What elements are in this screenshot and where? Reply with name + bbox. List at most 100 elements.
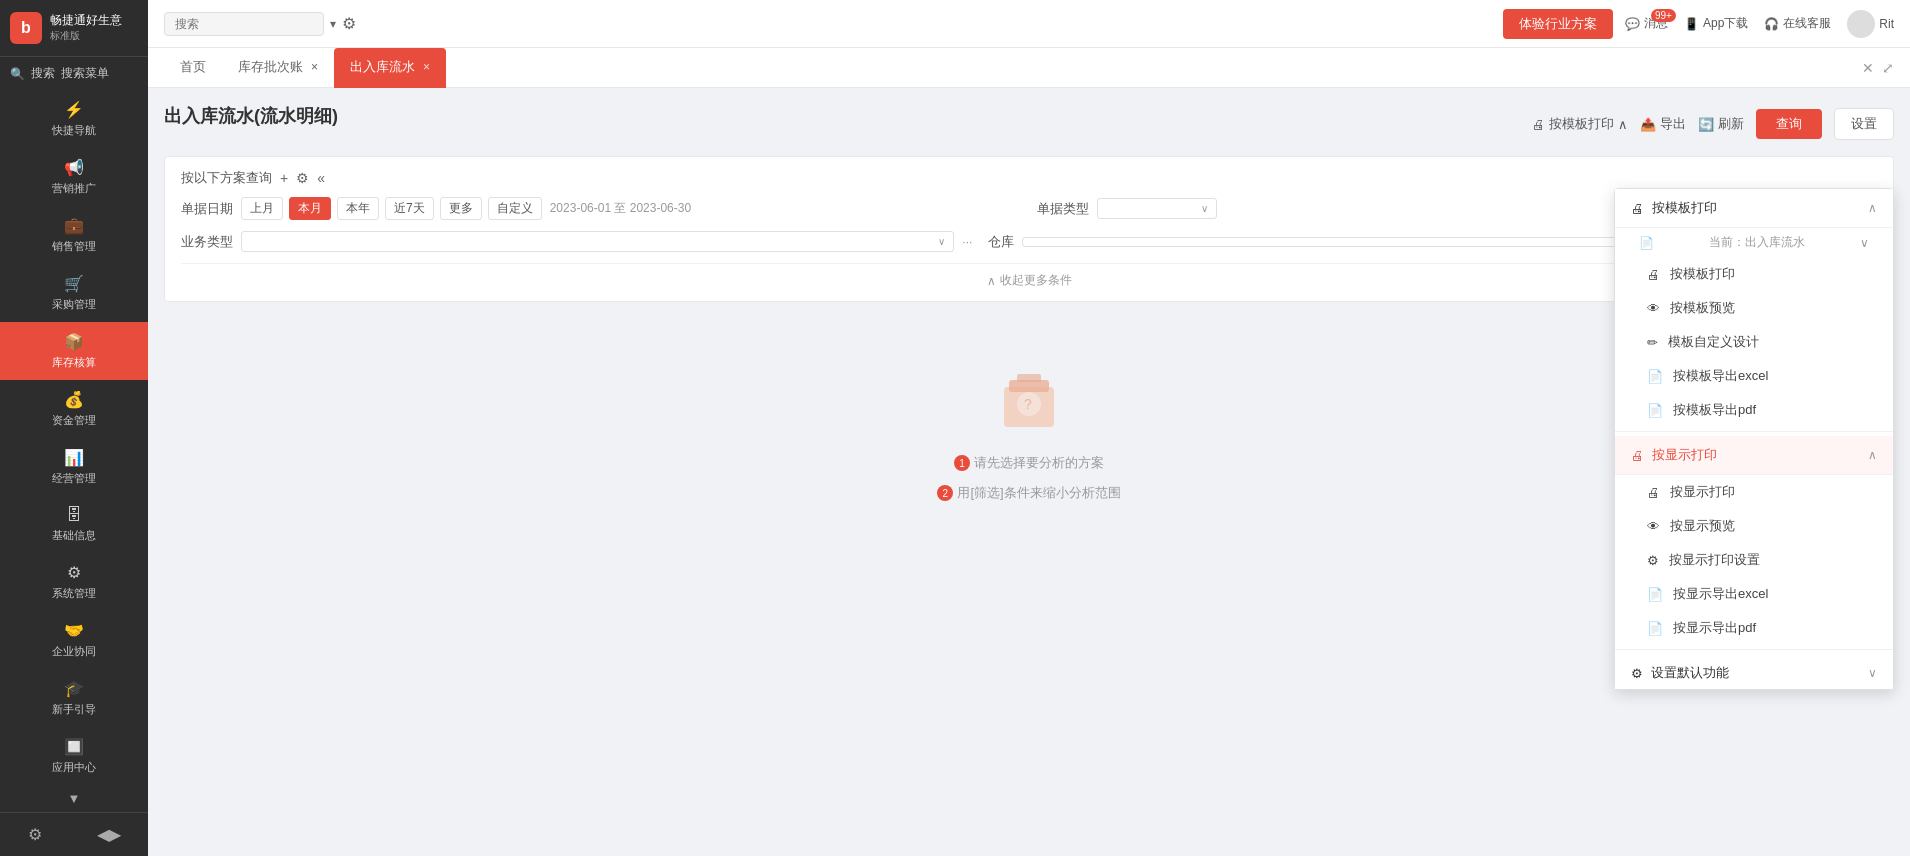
sidebar-item-label: 系统管理 (52, 586, 96, 601)
topbar-gear-icon[interactable]: ⚙ (342, 14, 356, 33)
dropdown-top-toggle[interactable]: ∧ (1868, 201, 1877, 215)
tab-batch-account-close[interactable]: × (311, 60, 318, 74)
date-btn-prev-month[interactable]: 上月 (241, 197, 283, 220)
sidebar-item-base[interactable]: 🗄 基础信息 (0, 496, 148, 553)
date-btn-current-year[interactable]: 本年 (337, 197, 379, 220)
date-btn-current-month[interactable]: 本月 (289, 197, 331, 220)
filter-collapse-text: 收起更多条件 (1000, 272, 1072, 289)
tab-batch-account[interactable]: 库存批次账 × (222, 48, 334, 88)
sidebar-item-marketing[interactable]: 📢 营销推广 (0, 148, 148, 206)
print-btn[interactable]: 🖨 按模板打印 ∧ (1532, 115, 1628, 133)
sidebar-item-purchase[interactable]: 🛒 采购管理 (0, 264, 148, 322)
tab-flow-close[interactable]: × (423, 60, 430, 74)
settings-bottom-btn[interactable]: ⚙ (24, 821, 46, 848)
filter-type-select[interactable]: ∨ (1097, 198, 1217, 219)
operation-icon: 📊 (64, 448, 84, 467)
date-btn-7days[interactable]: 近7天 (385, 197, 434, 220)
export-label: 导出 (1660, 115, 1686, 133)
display-excel-label: 按显示导出excel (1673, 585, 1768, 603)
logo-text: 畅捷通好生意 标准版 (50, 13, 122, 43)
sidebar-item-inventory[interactable]: 📦 库存核算 (0, 322, 148, 380)
settings-default-icon: ⚙ (1631, 666, 1643, 681)
sidebar-item-quick-nav[interactable]: ⚡ 快捷导航 (0, 90, 148, 148)
section2-toggle[interactable]: ∧ (1868, 448, 1877, 462)
online-service-btn[interactable]: 🎧 在线客服 (1764, 15, 1831, 32)
sidebar-item-system[interactable]: ⚙ 系统管理 (0, 553, 148, 611)
current-arrow: ∨ (1860, 236, 1869, 250)
collapse-sidebar-btn[interactable]: ◀▶ (93, 821, 125, 848)
export-icon: 📤 (1640, 117, 1656, 132)
date-btn-custom[interactable]: 自定义 (488, 197, 542, 220)
sidebar-item-finance[interactable]: 💰 资金管理 (0, 380, 148, 438)
hint-num-1: 1 (954, 455, 970, 471)
close-window-btn[interactable]: ✕ (1862, 60, 1874, 76)
date-btn-more[interactable]: 更多 (440, 197, 482, 220)
sidebar-logo: b 畅捷通好生意 标准版 (0, 0, 148, 57)
dropdown-item-display-settings[interactable]: ⚙ 按显示打印设置 (1615, 543, 1893, 577)
tab-maximize-area: ✕ ⤢ (1862, 60, 1894, 76)
tab-flow[interactable]: 出入库流水 × (334, 48, 446, 88)
dropdown-section3-title: ⚙ 设置默认功能 (1631, 664, 1729, 682)
topbar-search-area: ▾ ⚙ (164, 12, 1491, 36)
dropdown-section3-header[interactable]: ⚙ 设置默认功能 ∨ (1615, 654, 1893, 689)
filter-header: 按以下方案查询 + ⚙ « (181, 169, 1877, 187)
current-icon: 📄 (1639, 236, 1654, 250)
dropdown-panel-scroll: 🖨 按模板打印 ∧ 📄 当前：出入库流水 ∨ 🖨 按模板打印 (1615, 189, 1893, 689)
dropdown-section1-title: 🖨 按模板打印 (1631, 199, 1717, 217)
topbar-search-dropdown[interactable]: ▾ (330, 17, 336, 31)
page-content: 出入库流水(流水明细) 🖨 按模板打印 ∧ 📤 导出 🔄 刷新 查询 设置 (148, 88, 1910, 856)
system-icon: ⚙ (67, 563, 81, 582)
dropdown-section1-header[interactable]: 🖨 按模板打印 ∧ (1615, 189, 1893, 228)
filter-collapse-btn[interactable]: « (317, 170, 325, 186)
topbar-right: 💬 消息 99+ 📱 App下载 🎧 在线客服 Rit (1625, 10, 1894, 38)
dropdown-item-template-pdf[interactable]: 📄 按模板导出pdf (1615, 393, 1893, 427)
finance-icon: 💰 (64, 390, 84, 409)
sidebar-item-apps[interactable]: 🔲 应用中心 (0, 727, 148, 785)
scroll-down-icon: ▼ (68, 791, 81, 806)
guide-icon: 🎓 (64, 679, 84, 698)
dropdown-item-display-print[interactable]: 🖨 按显示打印 (1615, 475, 1893, 509)
sidebar-item-collab[interactable]: 🤝 企业协同 (0, 611, 148, 669)
topbar-search-input[interactable] (164, 12, 324, 36)
app-download-btn[interactable]: 📱 App下载 (1684, 15, 1748, 32)
tab-home[interactable]: 首页 (164, 48, 222, 88)
sidebar: b 畅捷通好生意 标准版 🔍 搜索 搜索菜单 ⚡ 快捷导航 📢 营销推广 💼 销… (0, 0, 148, 856)
dropdown-section2-header[interactable]: 🖨 按显示打印 ∧ (1615, 436, 1893, 475)
dropdown-item-display-excel[interactable]: 📄 按显示导出excel (1615, 577, 1893, 611)
collab-icon: 🤝 (64, 621, 84, 640)
query-btn[interactable]: 查询 (1756, 109, 1822, 139)
print-section-icon: 🖨 (1631, 201, 1644, 216)
message-btn[interactable]: 💬 消息 99+ (1625, 15, 1668, 32)
filter-biz-more[interactable]: ··· (962, 235, 972, 249)
sidebar-scroll-down[interactable]: ▼ (0, 785, 148, 812)
app-download-icon: 📱 (1684, 17, 1699, 31)
sidebar-item-sales[interactable]: 💼 销售管理 (0, 206, 148, 264)
empty-hint-2-text: 用[筛选]条件来缩小分析范围 (957, 484, 1120, 502)
refresh-label: 刷新 (1718, 115, 1744, 133)
dropdown-item-template-excel[interactable]: 📄 按模板导出excel (1615, 359, 1893, 393)
user-avatar-area[interactable]: Rit (1847, 10, 1894, 38)
sidebar-item-operation[interactable]: 📊 经营管理 (0, 438, 148, 496)
dropdown-item-template-preview[interactable]: 👁 按模板预览 (1615, 291, 1893, 325)
filter-biz-select[interactable]: ∨ (241, 231, 954, 252)
empty-hint-1: 1 请先选择要分析的方案 (954, 454, 1104, 472)
sidebar-nav: ⚡ 快捷导航 📢 营销推广 💼 销售管理 🛒 采购管理 📦 库存核算 💰 资金管… (0, 90, 148, 785)
filter-setting-btn[interactable]: ⚙ (296, 170, 309, 186)
maximize-btn[interactable]: ⤢ (1882, 60, 1894, 76)
section3-toggle[interactable]: ∨ (1868, 666, 1877, 680)
dropdown-item-display-pdf[interactable]: 📄 按显示导出pdf (1615, 611, 1893, 645)
display-preview-icon: 👁 (1647, 519, 1660, 534)
refresh-btn[interactable]: 🔄 刷新 (1698, 115, 1744, 133)
export-btn[interactable]: 📤 导出 (1640, 115, 1686, 133)
dropdown-item-display-preview[interactable]: 👁 按显示预览 (1615, 509, 1893, 543)
filter-add-btn[interactable]: + (280, 170, 288, 186)
dropdown-item-template-design[interactable]: ✏ 模板自定义设计 (1615, 325, 1893, 359)
tab-flow-label: 出入库流水 (350, 58, 415, 76)
search-nav-item[interactable]: 🔍 搜索 搜索菜单 (0, 57, 148, 90)
template-design-icon: ✏ (1647, 335, 1658, 350)
trial-btn[interactable]: 体验行业方案 (1503, 9, 1613, 39)
dropdown-item-template-print[interactable]: 🖨 按模板打印 (1615, 257, 1893, 291)
marketing-icon: 📢 (64, 158, 84, 177)
sidebar-item-guide[interactable]: 🎓 新手引导 (0, 669, 148, 727)
setting-btn[interactable]: 设置 (1834, 108, 1894, 140)
